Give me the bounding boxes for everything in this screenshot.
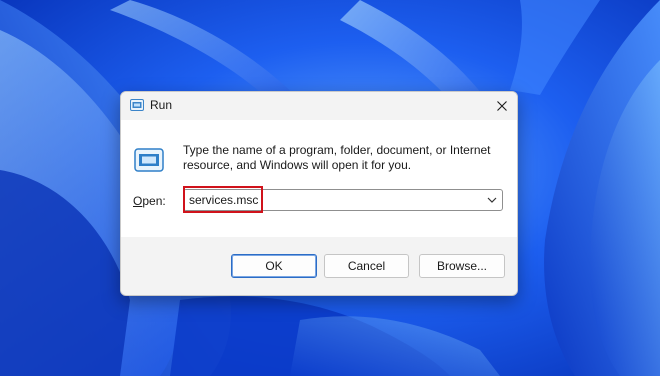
browse-button[interactable]: Browse... [419,254,505,278]
dialog-description: Type the name of a program, folder, docu… [183,143,491,172]
dialog-footer: OK Cancel Browse... [121,237,517,295]
open-label: Open: [133,194,166,208]
dialog-body: Type the name of a program, folder, docu… [121,120,517,237]
cancel-button[interactable]: Cancel [324,254,409,278]
window-title: Run [150,98,173,112]
run-icon [130,99,144,111]
open-label-text: pen: [142,194,166,208]
close-icon [497,101,507,111]
ok-button[interactable]: OK [231,254,317,278]
open-combobox[interactable] [183,189,503,211]
title-bar[interactable]: Run [121,92,517,120]
chevron-down-icon[interactable] [486,195,498,205]
open-input[interactable] [189,191,469,209]
run-icon [134,148,164,172]
open-label-accelerator: O [133,194,143,208]
run-dialog: Run Type the name of a program, folder, … [120,91,518,296]
close-button[interactable] [487,92,517,120]
